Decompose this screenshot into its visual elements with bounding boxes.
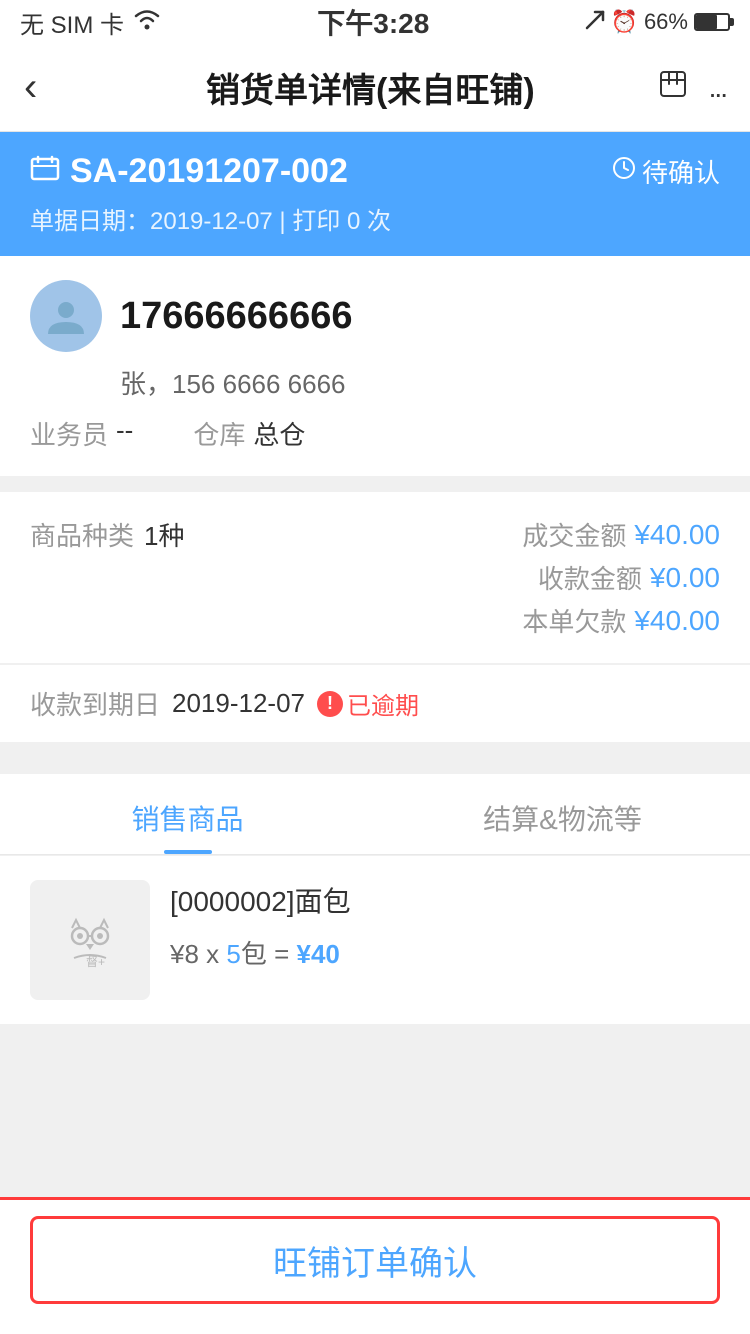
time-label: 下午3:28 <box>317 2 429 42</box>
status-label: 待确认 <box>642 153 720 190</box>
goods-type-label: 商品种类 <box>30 516 134 553</box>
product-section: 督+ [0000002]面包 ¥8 x 5包 = ¥40 <box>0 856 750 1024</box>
order-header: SA-20191207-002 待确认 单据日期：2019-12-07 | 打印… <box>0 132 750 256</box>
product-name: [0000002]面包 <box>170 880 720 920</box>
due-date-value: 2019-12-07 <box>172 688 305 719</box>
transaction-amount-value: ¥40.00 <box>634 519 720 551</box>
received-amount-row: 收款金额 ¥0.00 <box>538 559 720 596</box>
battery-percent: 66% <box>644 9 688 35</box>
nav-right-actions: ... <box>657 68 726 108</box>
location-icon <box>585 8 605 36</box>
status-right: ⏰ 66% <box>585 8 730 36</box>
amounts-info: 成交金额 ¥40.00 收款金额 ¥0.00 本单欠款 ¥40.00 <box>522 516 720 639</box>
warehouse-value: 总仓 <box>253 415 305 452</box>
salesperson-label: 业务员 <box>30 415 108 452</box>
share-icon[interactable] <box>657 68 689 108</box>
summary-row: 商品种类 1种 成交金额 ¥40.00 收款金额 ¥0.00 本单欠款 ¥40.… <box>30 516 720 639</box>
product-qty: 5 <box>226 939 240 969</box>
more-icon[interactable]: ... <box>709 72 726 104</box>
page-title: 销货单详情(来自旺铺) <box>206 63 535 112</box>
status-left: 无 SIM 卡 <box>20 5 162 40</box>
order-id-icon <box>30 155 60 188</box>
due-label: 收款到期日 <box>30 685 160 722</box>
carrier-label: 无 SIM 卡 <box>20 5 124 40</box>
debt-amount-label: 本单欠款 <box>522 602 626 639</box>
confirm-button-label: 旺铺订单确认 <box>273 1236 477 1285</box>
overdue-icon: ! <box>317 691 343 717</box>
warehouse-label: 仓库 <box>193 415 245 452</box>
confirm-button[interactable]: 旺铺订单确认 <box>30 1216 720 1304</box>
order-header-top: SA-20191207-002 待确认 <box>30 152 720 191</box>
debt-amount-row: 本单欠款 ¥40.00 <box>522 602 720 639</box>
received-amount-label: 收款金额 <box>538 559 642 596</box>
back-button[interactable]: ‹ <box>24 65 84 110</box>
product-info: [0000002]面包 ¥8 x 5包 = ¥40 <box>170 880 720 971</box>
price-formula: ¥8 x 5包 = ¥40 <box>170 939 340 969</box>
order-date: 单据日期：2019-12-07 | 打印 0 次 <box>30 201 720 236</box>
order-id-text: SA-20191207-002 <box>70 152 348 191</box>
transaction-amount-label: 成交金额 <box>522 516 626 553</box>
warehouse-meta: 仓库 总仓 <box>193 415 305 452</box>
battery-icon <box>694 13 730 31</box>
tab-settlement[interactable]: 结算&物流等 <box>375 774 750 854</box>
nav-bar: ‹ 销货单详情(来自旺铺) ... <box>0 44 750 132</box>
due-row: 收款到期日 2019-12-07 ! 已逾期 <box>30 685 720 722</box>
product-total: ¥40 <box>297 939 340 969</box>
bottom-bar: 旺铺订单确认 <box>0 1197 750 1334</box>
goods-type-value: 1种 <box>144 516 184 553</box>
salesperson-value: -- <box>116 415 133 452</box>
tabs-row: 销售商品 结算&物流等 <box>0 774 750 854</box>
svg-text:督+: 督+ <box>86 954 105 969</box>
received-amount-value: ¥0.00 <box>650 562 720 594</box>
order-id: SA-20191207-002 <box>30 152 348 191</box>
customer-section: 17666666666 张，156 6666 6666 业务员 -- 仓库 总仓 <box>0 256 750 476</box>
overdue-label: 已逾期 <box>347 686 419 721</box>
wifi-icon <box>132 8 162 37</box>
customer-top: 17666666666 <box>30 280 720 352</box>
product-item: 督+ [0000002]面包 ¥8 x 5包 = ¥40 <box>30 880 720 1000</box>
customer-meta: 业务员 -- 仓库 总仓 <box>30 415 720 452</box>
due-section: 收款到期日 2019-12-07 ! 已逾期 <box>0 664 750 742</box>
summary-section: 商品种类 1种 成交金额 ¥40.00 收款金额 ¥0.00 本单欠款 ¥40.… <box>0 492 750 663</box>
alarm-icon: ⏰ <box>611 9 638 35</box>
divider-2 <box>0 742 750 758</box>
customer-phone: 17666666666 <box>120 295 352 338</box>
tab-products-label: 销售商品 <box>131 804 243 835</box>
tab-products[interactable]: 销售商品 <box>0 774 375 854</box>
status-bar: 无 SIM 卡 下午3:28 ⏰ 66% <box>0 0 750 44</box>
customer-name: 张，156 6666 6666 <box>30 364 720 401</box>
tabs-section: 销售商品 结算&物流等 <box>0 774 750 855</box>
goods-type-info: 商品种类 1种 <box>30 516 184 553</box>
transaction-amount-row: 成交金额 ¥40.00 <box>522 516 720 553</box>
order-status: 待确认 <box>612 153 720 190</box>
debt-amount-value: ¥40.00 <box>634 605 720 637</box>
salesperson-meta: 业务员 -- <box>30 415 133 452</box>
product-thumbnail: 督+ <box>30 880 150 1000</box>
overdue-badge: ! 已逾期 <box>317 686 419 721</box>
product-price: ¥8 x 5包 = ¥40 <box>170 934 720 971</box>
divider-1 <box>0 476 750 492</box>
status-clock-icon <box>612 156 636 187</box>
tab-settlement-label: 结算&物流等 <box>483 804 642 835</box>
avatar <box>30 280 102 352</box>
